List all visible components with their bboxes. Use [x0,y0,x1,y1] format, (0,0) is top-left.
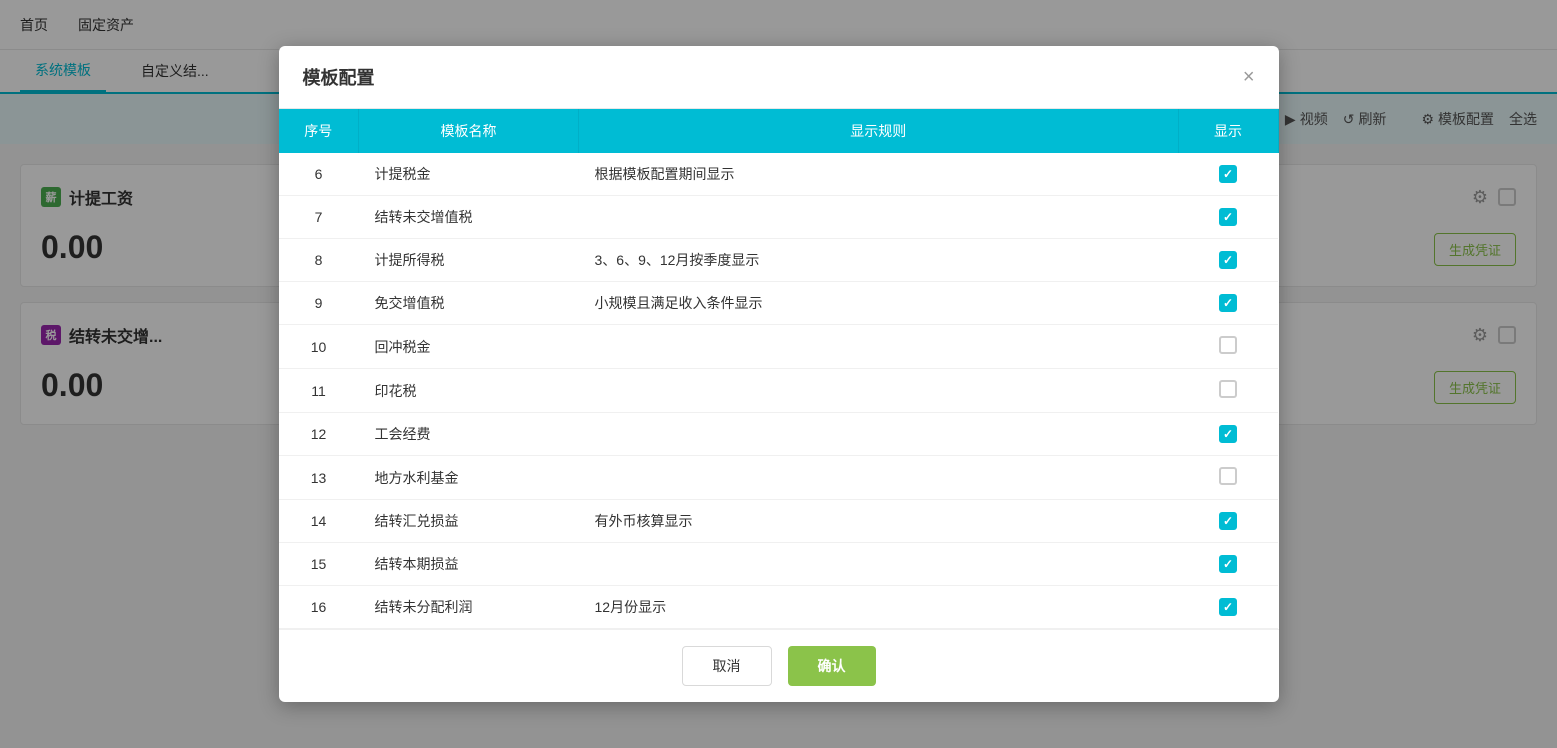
row-display-cell [1178,153,1278,196]
row-rule: 12月份显示 [579,586,1179,629]
row-name: 计提税金 [359,153,579,196]
row-display-cell [1178,239,1278,282]
row-index: 13 [279,456,359,500]
table-row: 11印花税 [279,369,1279,413]
confirm-button[interactable]: 确认 [788,646,876,686]
row-index: 6 [279,153,359,196]
row-checkbox[interactable] [1219,512,1237,530]
row-display-cell [1178,500,1278,543]
table-row: 7结转未交增值税 [279,196,1279,239]
col-display: 显示 [1178,109,1278,153]
row-checkbox[interactable] [1219,251,1237,269]
row-display-cell [1178,196,1278,239]
table-row: 6计提税金根据模板配置期间显示 [279,153,1279,196]
table-row: 16结转未分配利润12月份显示 [279,586,1279,629]
table-row: 14结转汇兑损益有外币核算显示 [279,500,1279,543]
row-rule: 根据模板配置期间显示 [579,153,1179,196]
row-index: 11 [279,369,359,413]
row-index: 16 [279,586,359,629]
modal-close-button[interactable]: × [1243,67,1255,87]
row-name: 结转汇兑损益 [359,500,579,543]
row-rule [579,413,1179,456]
modal-footer: 取消 确认 [279,629,1279,702]
row-name: 回冲税金 [359,325,579,369]
table-header: 序号 模板名称 显示规则 显示 [279,109,1279,153]
row-display-cell [1178,369,1278,413]
row-index: 8 [279,239,359,282]
col-name: 模板名称 [359,109,579,153]
cancel-button[interactable]: 取消 [682,646,772,686]
row-checkbox[interactable] [1219,336,1237,354]
row-checkbox[interactable] [1219,467,1237,485]
row-display-cell [1178,456,1278,500]
row-index: 15 [279,543,359,586]
table-row: 13地方水利基金 [279,456,1279,500]
table-row: 15结转本期损益 [279,543,1279,586]
row-display-cell [1178,586,1278,629]
modal-table: 序号 模板名称 显示规则 显示 6计提税金根据模板配置期间显示7结转未交增值税8… [279,109,1279,629]
row-checkbox[interactable] [1219,294,1237,312]
row-display-cell [1178,282,1278,325]
row-name: 结转本期损益 [359,543,579,586]
table-row: 12工会经费 [279,413,1279,456]
row-rule [579,369,1179,413]
row-rule: 有外币核算显示 [579,500,1179,543]
table-row: 8计提所得税3、6、9、12月按季度显示 [279,239,1279,282]
row-index: 10 [279,325,359,369]
col-rule: 显示规则 [579,109,1179,153]
row-name: 印花税 [359,369,579,413]
modal-overlay: 模板配置 × 序号 模板名称 显示规则 显示 6计提税金根据模板配置期间显示7结… [0,0,1557,748]
row-display-cell [1178,543,1278,586]
row-checkbox[interactable] [1219,555,1237,573]
modal: 模板配置 × 序号 模板名称 显示规则 显示 6计提税金根据模板配置期间显示7结… [279,46,1279,702]
row-name: 计提所得税 [359,239,579,282]
row-rule [579,456,1179,500]
table-row: 9免交增值税小规模且满足收入条件显示 [279,282,1279,325]
modal-header: 模板配置 × [279,46,1279,109]
row-rule: 3、6、9、12月按季度显示 [579,239,1179,282]
row-index: 14 [279,500,359,543]
row-checkbox[interactable] [1219,380,1237,398]
row-display-cell [1178,325,1278,369]
row-checkbox[interactable] [1219,165,1237,183]
row-checkbox[interactable] [1219,598,1237,616]
table-row: 10回冲税金 [279,325,1279,369]
row-rule [579,543,1179,586]
row-rule [579,325,1179,369]
row-index: 12 [279,413,359,456]
row-checkbox[interactable] [1219,425,1237,443]
row-name: 地方水利基金 [359,456,579,500]
row-name: 结转未交增值税 [359,196,579,239]
modal-tbody: 6计提税金根据模板配置期间显示7结转未交增值税8计提所得税3、6、9、12月按季… [279,153,1279,629]
row-rule [579,196,1179,239]
col-index: 序号 [279,109,359,153]
modal-title: 模板配置 [303,64,375,90]
row-name: 免交增值税 [359,282,579,325]
row-index: 7 [279,196,359,239]
row-name: 工会经费 [359,413,579,456]
row-name: 结转未分配利润 [359,586,579,629]
row-checkbox[interactable] [1219,208,1237,226]
row-index: 9 [279,282,359,325]
row-display-cell [1178,413,1278,456]
row-rule: 小规模且满足收入条件显示 [579,282,1179,325]
modal-table-scroll[interactable]: 序号 模板名称 显示规则 显示 6计提税金根据模板配置期间显示7结转未交增值税8… [279,109,1279,629]
